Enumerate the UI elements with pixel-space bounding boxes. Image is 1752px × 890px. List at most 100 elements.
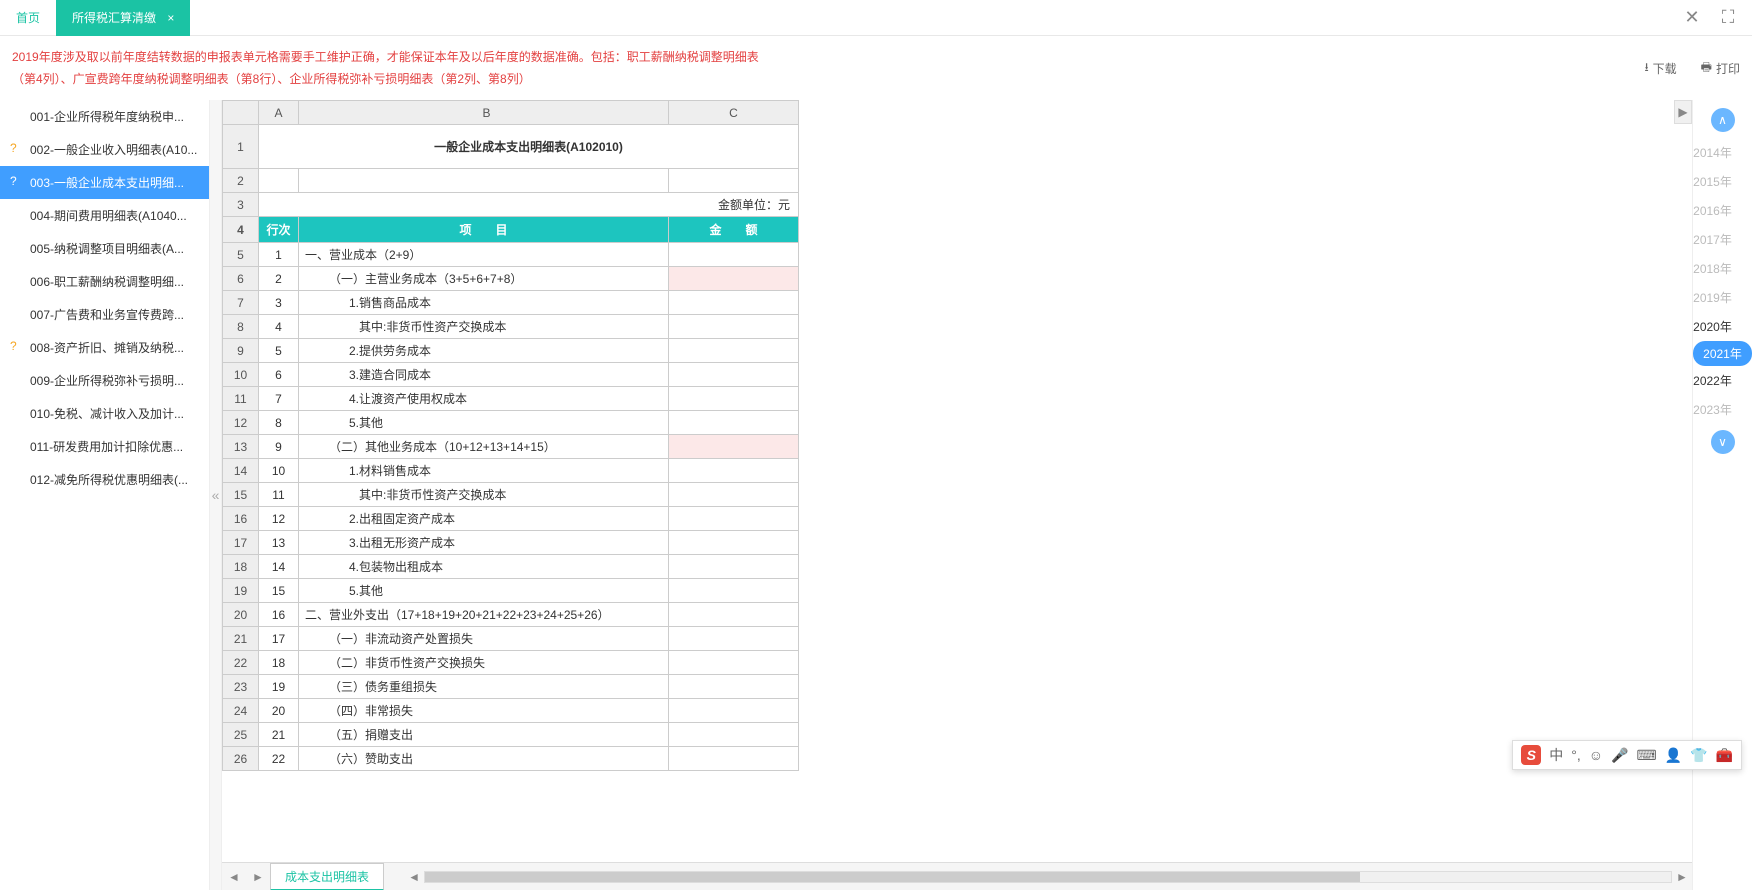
cell-item[interactable]: 其中:非货币性资产交换成本 xyxy=(299,483,669,507)
sidebar-item[interactable]: 010-免税、减计收入及加计... xyxy=(0,397,209,430)
row-header[interactable]: 24 xyxy=(223,699,259,723)
cell-line-no[interactable]: 10 xyxy=(259,459,299,483)
hscroll-left[interactable]: ◄ xyxy=(404,870,424,884)
sidebar-item[interactable]: 004-期间费用明细表(A1040... xyxy=(0,199,209,232)
ime-lang[interactable]: 中 xyxy=(1549,745,1563,765)
download-button[interactable]: ⭳ 下载 xyxy=(1644,58,1676,79)
cell-amount[interactable] xyxy=(669,387,799,411)
cell-item[interactable]: （一）非流动资产处置损失 xyxy=(299,627,669,651)
row-header[interactable]: 5 xyxy=(223,243,259,267)
cell-amount[interactable] xyxy=(669,459,799,483)
cell-item[interactable]: 5.其他 xyxy=(299,579,669,603)
cell-amount[interactable] xyxy=(669,363,799,387)
cell-line-no[interactable]: 12 xyxy=(259,507,299,531)
cell-line-no[interactable]: 6 xyxy=(259,363,299,387)
cell-item[interactable]: （二）其他业务成本（10+12+13+14+15） xyxy=(299,435,669,459)
cell-line-no[interactable]: 7 xyxy=(259,387,299,411)
row-header[interactable]: 4 xyxy=(223,217,259,243)
row-header[interactable]: 26 xyxy=(223,747,259,771)
hscroll-thumb[interactable] xyxy=(425,872,1359,882)
cell-line-no[interactable]: 17 xyxy=(259,627,299,651)
sheet-nav-prev[interactable]: ◄ xyxy=(222,870,246,884)
cell-line-no[interactable]: 13 xyxy=(259,531,299,555)
cell-amount[interactable] xyxy=(669,603,799,627)
year-down-icon[interactable]: ∨ xyxy=(1711,430,1735,454)
close-icon[interactable]: × xyxy=(167,11,174,25)
cell-amount[interactable] xyxy=(669,627,799,651)
col-header-b[interactable]: B xyxy=(299,101,669,125)
sidebar-item[interactable]: 005-纳税调整项目明细表(A... xyxy=(0,232,209,265)
row-header[interactable]: 19 xyxy=(223,579,259,603)
sidebar-item[interactable]: 001-企业所得税年度纳税申... xyxy=(0,100,209,133)
cell-amount[interactable] xyxy=(669,507,799,531)
row-header[interactable]: 18 xyxy=(223,555,259,579)
row-header[interactable]: 7 xyxy=(223,291,259,315)
ime-bar[interactable]: S 中 °, ☺ 🎤 ⌨ 👤 👕 🧰 xyxy=(1512,740,1742,770)
cell-line-no[interactable]: 5 xyxy=(259,339,299,363)
row-header[interactable]: 16 xyxy=(223,507,259,531)
cell-amount[interactable] xyxy=(669,483,799,507)
cell-amount[interactable] xyxy=(669,435,799,459)
cell-item[interactable]: 4.让渡资产使用权成本 xyxy=(299,387,669,411)
cell-item[interactable]: 3.建造合同成本 xyxy=(299,363,669,387)
cell-amount[interactable] xyxy=(669,243,799,267)
cell-line-no[interactable]: 14 xyxy=(259,555,299,579)
row-header[interactable]: 25 xyxy=(223,723,259,747)
cell-line-no[interactable]: 22 xyxy=(259,747,299,771)
print-button[interactable]: 🖶 打印 xyxy=(1701,58,1740,79)
cell-line-no[interactable]: 1 xyxy=(259,243,299,267)
year-item[interactable]: 2014年 xyxy=(1693,138,1752,167)
row-header[interactable]: 20 xyxy=(223,603,259,627)
cell-amount[interactable] xyxy=(669,315,799,339)
cell-amount[interactable] xyxy=(669,723,799,747)
cell-line-no[interactable]: 8 xyxy=(259,411,299,435)
cell-item[interactable]: （三）债务重组损失 xyxy=(299,675,669,699)
expand-handle[interactable]: ▶ xyxy=(1674,100,1692,124)
ime-user-icon[interactable]: 👤 xyxy=(1665,747,1682,764)
cell-item[interactable]: 4.包装物出租成本 xyxy=(299,555,669,579)
year-item[interactable]: 2022年 xyxy=(1693,366,1752,395)
year-item[interactable]: 2019年 xyxy=(1693,283,1752,312)
cell-item[interactable]: （二）非货币性资产交换损失 xyxy=(299,651,669,675)
cell-item[interactable]: 5.其他 xyxy=(299,411,669,435)
hscroll-track[interactable] xyxy=(424,871,1672,883)
cell-amount[interactable] xyxy=(669,747,799,771)
cell-item[interactable]: 3.出租无形资产成本 xyxy=(299,531,669,555)
cell-item[interactable]: 2.提供劳务成本 xyxy=(299,339,669,363)
sheet-nav-next[interactable]: ► xyxy=(246,870,270,884)
cell-line-no[interactable]: 4 xyxy=(259,315,299,339)
cell-line-no[interactable]: 20 xyxy=(259,699,299,723)
cell-item[interactable]: （五）捐赠支出 xyxy=(299,723,669,747)
sidebar-item[interactable]: ?003-一般企业成本支出明细... xyxy=(0,166,209,199)
close-window-icon[interactable]: ✕ xyxy=(1680,6,1704,30)
cell-amount[interactable] xyxy=(669,675,799,699)
sheet-tab[interactable]: 成本支出明细表 xyxy=(270,863,384,890)
row-header[interactable]: 22 xyxy=(223,651,259,675)
cell-item[interactable]: （一）主营业务成本（3+5+6+7+8） xyxy=(299,267,669,291)
col-header-c[interactable]: C xyxy=(669,101,799,125)
cell-amount[interactable] xyxy=(669,699,799,723)
cell-line-no[interactable]: 19 xyxy=(259,675,299,699)
row-header[interactable]: 6 xyxy=(223,267,259,291)
tab-active[interactable]: 所得税汇算清缴 × xyxy=(56,0,190,36)
sidebar-item[interactable]: 012-减免所得税优惠明细表(... xyxy=(0,463,209,496)
cell-amount[interactable] xyxy=(669,651,799,675)
row-header[interactable]: 23 xyxy=(223,675,259,699)
cell-item[interactable]: 二、营业外支出（17+18+19+20+21+22+23+24+25+26） xyxy=(299,603,669,627)
cell-line-no[interactable]: 16 xyxy=(259,603,299,627)
hscroll-right[interactable]: ► xyxy=(1672,870,1692,884)
sidebar-item[interactable]: 009-企业所得税弥补亏损明... xyxy=(0,364,209,397)
cell-item[interactable]: 其中:非货币性资产交换成本 xyxy=(299,315,669,339)
row-header[interactable]: 11 xyxy=(223,387,259,411)
row-header[interactable]: 9 xyxy=(223,339,259,363)
sidebar-item[interactable]: ?008-资产折旧、摊销及纳税... xyxy=(0,331,209,364)
cell-amount[interactable] xyxy=(669,555,799,579)
cell-line-no[interactable]: 11 xyxy=(259,483,299,507)
cell-item[interactable]: 2.出租固定资产成本 xyxy=(299,507,669,531)
cell-amount[interactable] xyxy=(669,579,799,603)
cell-amount[interactable] xyxy=(669,267,799,291)
year-item[interactable]: 2018年 xyxy=(1693,254,1752,283)
cell-amount[interactable] xyxy=(669,291,799,315)
sidebar-item[interactable]: ?002-一般企业收入明细表(A10... xyxy=(0,133,209,166)
cell-line-no[interactable]: 2 xyxy=(259,267,299,291)
